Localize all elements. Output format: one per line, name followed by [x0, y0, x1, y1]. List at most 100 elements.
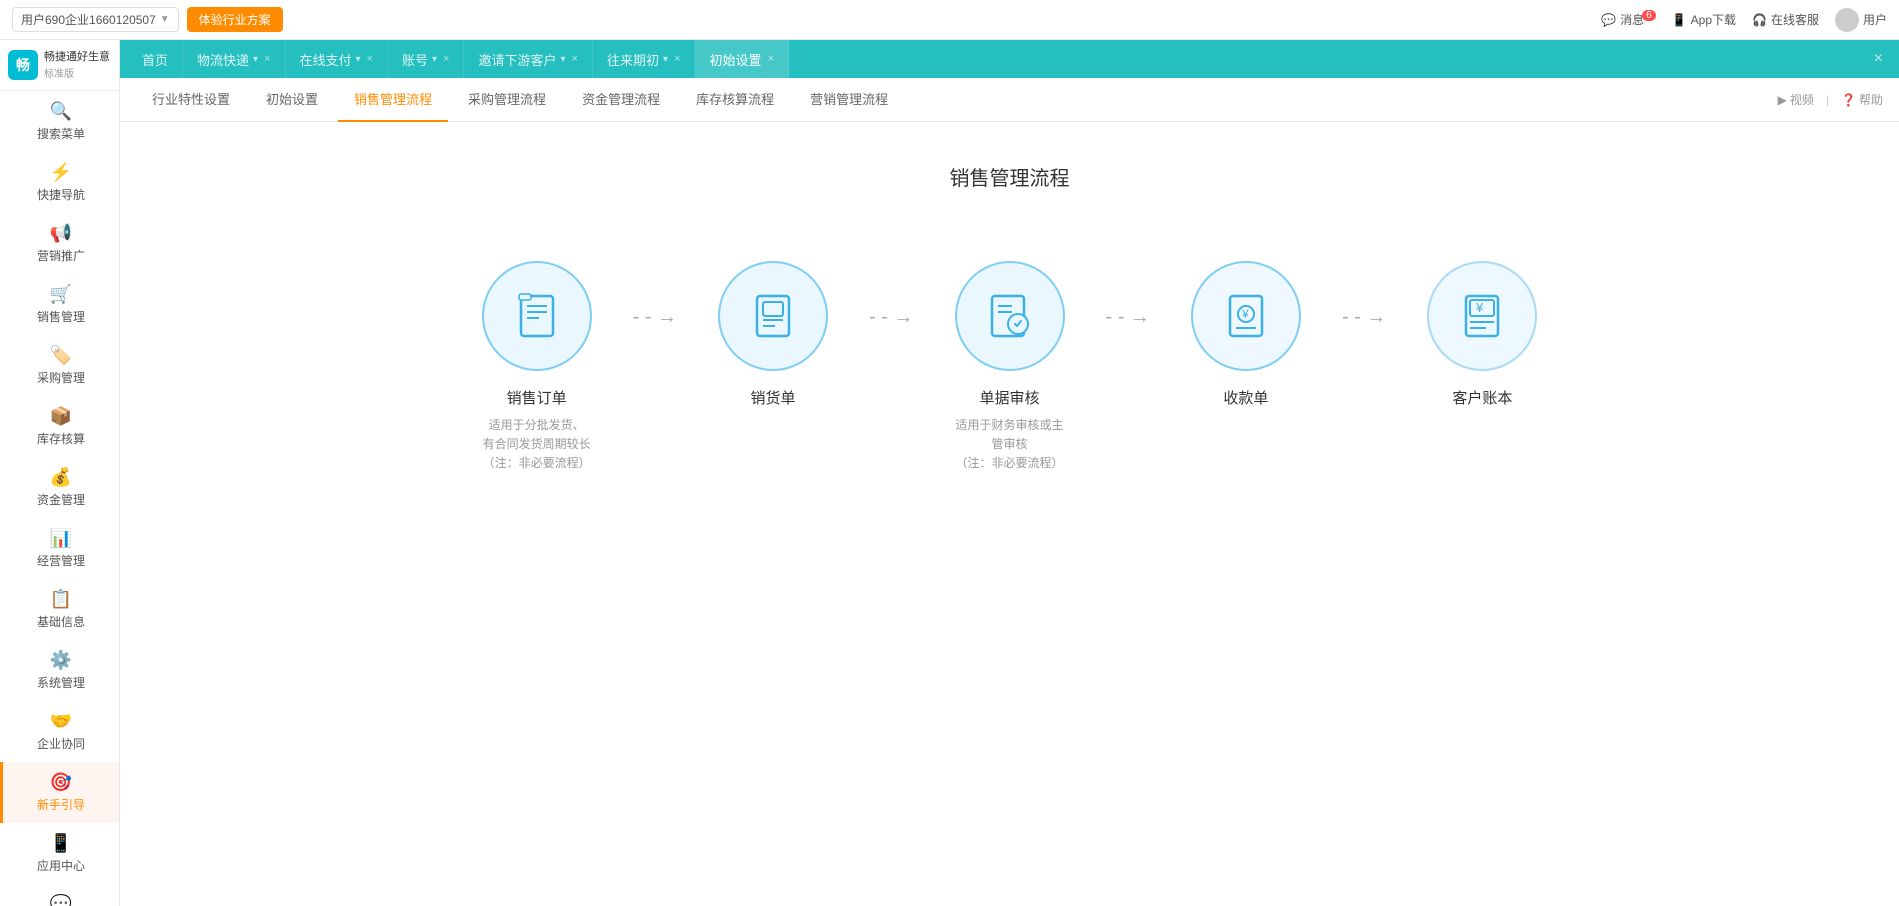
sidebar-label-sales: 销售管理 — [37, 308, 85, 325]
sidebar-item-marketing[interactable]: 📢 营销推广 — [0, 213, 119, 274]
flow-label-sales-order: 销售订单 — [507, 387, 567, 408]
flow-circle-receipt: ¥ — [1191, 261, 1301, 371]
sidebar-label-operations: 经营管理 — [37, 552, 85, 569]
review-icon — [984, 290, 1036, 342]
nav-tabs-bar: 首页 物流快递 ▾ × 在线支付 ▾ × 账号 ▾ × 邀请下游客户 ▾ × — [120, 40, 1899, 78]
sidebar-label-app-center: 应用中心 — [37, 857, 85, 874]
chevron-icon: ▾ — [663, 54, 668, 65]
avatar — [1835, 8, 1859, 32]
app-download-item[interactable]: 📱 App下载 — [1672, 11, 1736, 28]
sidebar-item-search[interactable]: 🔍 搜索菜单 — [0, 91, 119, 152]
flow-item-sales-invoice[interactable]: 销货单 — [683, 261, 863, 416]
help-label: 帮助 — [1859, 91, 1883, 108]
nav-tab-payment[interactable]: 在线支付 ▾ × — [286, 40, 388, 78]
page-tab-initial-label: 初始设置 — [266, 89, 318, 108]
sidebar-item-app-center[interactable]: 📱 应用中心 — [0, 823, 119, 884]
chevron-icon: ▾ — [356, 54, 361, 65]
nav-tab-initial-setup-label: 初始设置 — [709, 50, 761, 69]
chevron-icon: ▾ — [253, 54, 258, 65]
sidebar-item-system[interactable]: ⚙️ 系统管理 — [0, 640, 119, 701]
enterprise-icon: 🤝 — [50, 711, 72, 732]
sidebar-item-quick-nav[interactable]: ⚡ 快捷导航 — [0, 152, 119, 213]
wechat-icon: 💬 — [50, 894, 72, 906]
sidebar-logo: 畅 畅捷通好生意 标准版 — [0, 40, 119, 91]
logo-text-block: 畅捷通好生意 标准版 — [44, 50, 110, 79]
close-icon[interactable]: × — [443, 53, 449, 65]
close-icon[interactable]: × — [367, 53, 373, 65]
sidebar: 畅 畅捷通好生意 标准版 🔍 搜索菜单 ⚡ 快捷导航 📢 营销推广 🛒 销售管理… — [0, 40, 120, 906]
message-item[interactable]: 💬 消息 6 — [1601, 11, 1656, 28]
newbie-icon: 🎯 — [50, 772, 72, 793]
page-title: 销售管理流程 — [150, 162, 1869, 191]
chevron-icon: ▾ — [560, 54, 565, 65]
nav-tab-payment-label: 在线支付 — [300, 50, 352, 69]
nav-tab-logistics[interactable]: 物流快递 ▾ × — [183, 40, 285, 78]
page-tab-purchase-flow[interactable]: 采购管理流程 — [452, 78, 562, 122]
user-selector[interactable]: 用户690企业1660120507 ▼ — [12, 7, 179, 32]
sidebar-item-sales[interactable]: 🛒 销售管理 — [0, 274, 119, 335]
inventory-icon: 📦 — [50, 406, 72, 427]
page-tab-sales-flow-label: 销售管理流程 — [354, 89, 432, 108]
sidebar-item-purchase[interactable]: 🏷️ 采购管理 — [0, 335, 119, 396]
flow-arrow-2: - - → — [863, 306, 919, 329]
flow-circle-sales-invoice — [718, 261, 828, 371]
finance-icon: 💰 — [50, 467, 72, 488]
online-service-item[interactable]: 🎧 在线客服 — [1752, 11, 1819, 28]
nav-tab-initial-setup[interactable]: 初始设置 × — [695, 40, 788, 78]
sidebar-item-enterprise-wechat[interactable]: 💬 企业微信 — [0, 884, 119, 906]
sidebar-item-operations[interactable]: 📊 经营管理 — [0, 518, 119, 579]
sidebar-label-quick-nav: 快捷导航 — [37, 186, 85, 203]
nav-tab-invite-label: 邀请下游客户 — [478, 50, 556, 69]
sidebar-item-enterprise[interactable]: 🤝 企业协同 — [0, 701, 119, 762]
page-tab-industry[interactable]: 行业特性设置 — [136, 78, 246, 122]
sidebar-item-newbie[interactable]: 🎯 新手引导 — [0, 762, 119, 823]
experience-button[interactable]: 体验行业方案 — [187, 7, 283, 32]
sidebar-label-purchase: 采购管理 — [37, 369, 85, 386]
page-tab-sales-flow[interactable]: 销售管理流程 — [338, 78, 448, 122]
video-action[interactable]: ▶ 视频 — [1778, 91, 1814, 108]
ledger-icon: ¥ — [1456, 290, 1508, 342]
flow-item-customer-ledger[interactable]: ¥ 客户账本 — [1392, 261, 1572, 416]
page-tab-inventory-flow-label: 库存核算流程 — [696, 89, 774, 108]
app-icon: 📱 — [1672, 13, 1687, 27]
sales-icon: 🛒 — [50, 284, 72, 305]
operations-icon: 📊 — [50, 528, 72, 549]
flow-label-approval: 单据审核 — [979, 387, 1039, 408]
flow-circle-sales-order — [482, 261, 592, 371]
svg-text:¥: ¥ — [1475, 300, 1484, 315]
close-all-tabs[interactable]: × — [1866, 46, 1891, 72]
user-menu-item[interactable]: 用户 — [1835, 8, 1887, 32]
page-tab-inventory-flow[interactable]: 库存核算流程 — [680, 78, 790, 122]
purchase-icon: 🏷️ — [50, 345, 72, 366]
app-center-icon: 📱 — [50, 833, 72, 854]
help-action[interactable]: ❓ 帮助 — [1841, 91, 1883, 108]
close-icon[interactable]: × — [767, 53, 773, 65]
nav-tab-home[interactable]: 首页 — [128, 40, 183, 78]
sidebar-label-search: 搜索菜单 — [37, 125, 85, 142]
user-label: 用户690企业1660120507 — [21, 11, 156, 28]
close-icon[interactable]: × — [572, 53, 578, 65]
close-icon[interactable]: × — [674, 53, 680, 65]
message-label: 消息 — [1620, 11, 1644, 28]
flow-item-sales-order[interactable]: 销售订单 适用于分批发货、有合同发货周期较长（注：非必要流程） — [447, 261, 627, 474]
nav-tab-invite[interactable]: 邀请下游客户 ▾ × — [464, 40, 592, 78]
page-tab-finance-flow[interactable]: 资金管理流程 — [566, 78, 676, 122]
sidebar-item-finance[interactable]: 💰 资金管理 — [0, 457, 119, 518]
invoice-icon — [747, 290, 799, 342]
nav-tab-home-label: 首页 — [142, 50, 168, 69]
nav-tab-period-init[interactable]: 往来期初 ▾ × — [593, 40, 695, 78]
flow-container: 销售订单 适用于分批发货、有合同发货周期较长（注：非必要流程） - - → — [150, 241, 1869, 494]
sidebar-item-inventory[interactable]: 📦 库存核算 — [0, 396, 119, 457]
close-icon[interactable]: × — [264, 53, 270, 65]
flow-label-sales-invoice: 销货单 — [751, 387, 796, 408]
flow-item-receipt[interactable]: ¥ 收款单 — [1156, 261, 1336, 416]
nav-tab-account[interactable]: 账号 ▾ × — [388, 40, 464, 78]
flow-item-approval[interactable]: 单据审核 适用于财务审核或主管审核（注：非必要流程） — [920, 261, 1100, 474]
app-layout: 畅 畅捷通好生意 标准版 🔍 搜索菜单 ⚡ 快捷导航 📢 营销推广 🛒 销售管理… — [0, 40, 1899, 906]
page-tab-initial[interactable]: 初始设置 — [250, 78, 334, 122]
page-tab-marketing-flow[interactable]: 营销管理流程 — [794, 78, 904, 122]
flow-label-receipt: 收款单 — [1223, 387, 1268, 408]
system-icon: ⚙️ — [50, 650, 72, 671]
sidebar-item-basic-info[interactable]: 📋 基础信息 — [0, 579, 119, 640]
receipt-icon: ¥ — [1220, 290, 1272, 342]
